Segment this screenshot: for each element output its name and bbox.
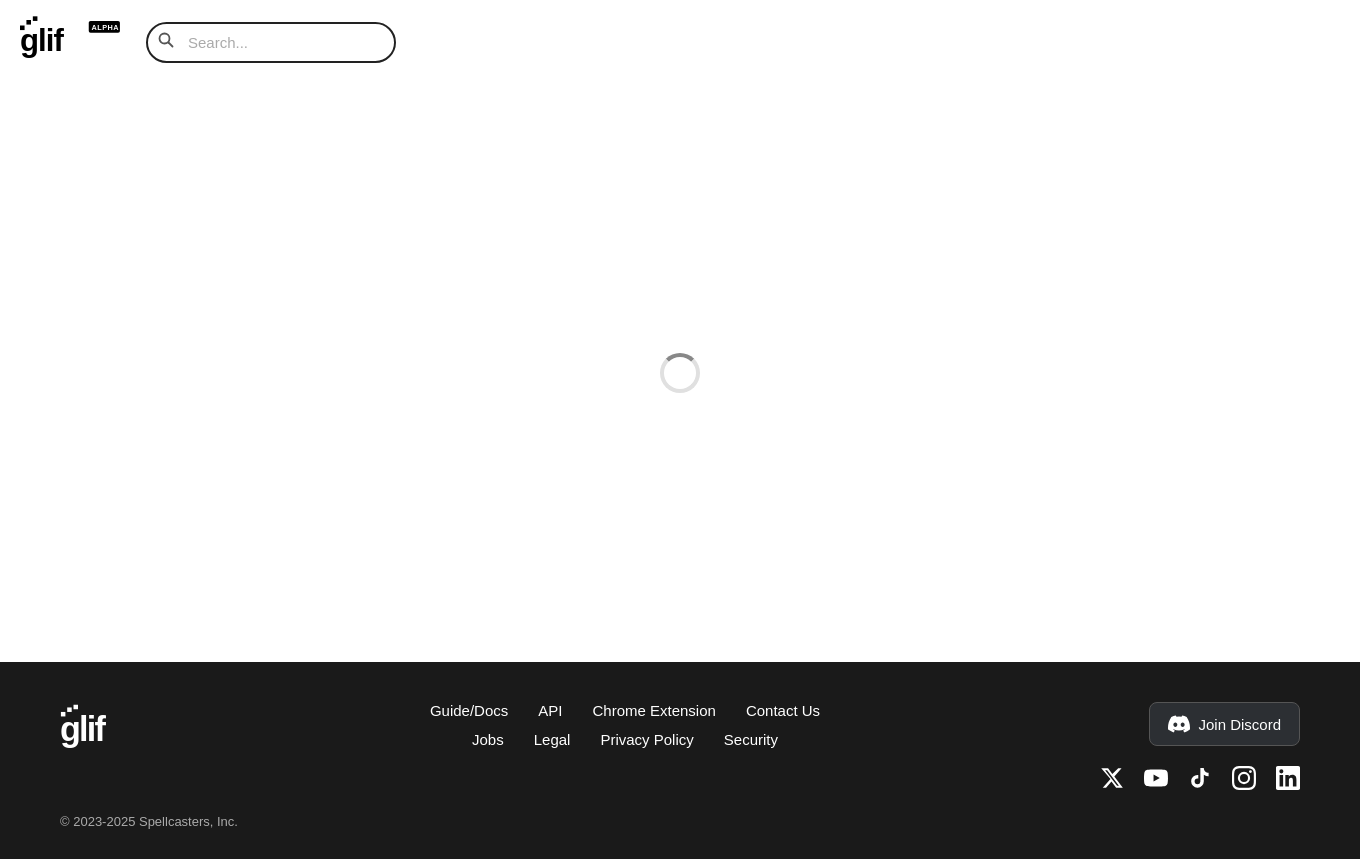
youtube-icon — [1144, 766, 1168, 790]
discord-icon — [1168, 713, 1190, 735]
social-icons — [1100, 766, 1300, 790]
footer-bottom: © 2023-2025 Spellcasters, Inc. — [60, 814, 1300, 829]
youtube-link[interactable] — [1144, 766, 1168, 790]
loading-spinner — [660, 353, 700, 393]
footer-link-legal[interactable]: Legal — [534, 731, 571, 748]
footer-links-row-2: Jobs Legal Privacy Policy Security — [472, 731, 778, 748]
logo-link[interactable]: glif ALPHA — [20, 14, 130, 70]
footer-link-chrome[interactable]: Chrome Extension — [592, 702, 715, 719]
footer-logo-svg: glif — [60, 702, 150, 757]
svg-text:glif: glif — [20, 23, 65, 58]
discord-button-label: Join Discord — [1198, 716, 1281, 733]
svg-rect-1 — [20, 26, 25, 31]
linkedin-icon — [1276, 766, 1300, 790]
footer-logo: glif — [60, 702, 150, 757]
header: glif ALPHA — [0, 0, 1360, 84]
tiktok-icon — [1188, 766, 1212, 790]
svg-rect-2 — [26, 20, 31, 25]
linkedin-link[interactable] — [1276, 766, 1300, 790]
footer: glif Guide/Docs API Chrome Extension Con… — [0, 662, 1360, 859]
search-container — [146, 22, 396, 63]
footer-links-center: Guide/Docs API Chrome Extension Contact … — [170, 702, 1080, 748]
x-twitter-icon — [1100, 766, 1124, 790]
svg-rect-10 — [67, 707, 72, 712]
instagram-link[interactable] — [1232, 766, 1256, 790]
svg-rect-11 — [74, 705, 79, 710]
instagram-icon — [1232, 766, 1256, 790]
svg-text:glif: glif — [60, 710, 106, 748]
join-discord-button[interactable]: Join Discord — [1149, 702, 1300, 746]
main-content — [0, 84, 1360, 662]
x-twitter-link[interactable] — [1100, 766, 1124, 790]
footer-link-jobs[interactable]: Jobs — [472, 731, 504, 748]
footer-link-guide[interactable]: Guide/Docs — [430, 702, 508, 719]
svg-rect-3 — [33, 16, 38, 21]
svg-text:ALPHA: ALPHA — [92, 23, 120, 32]
copyright-text: © 2023-2025 Spellcasters, Inc. — [60, 814, 238, 829]
footer-link-contact[interactable]: Contact Us — [746, 702, 820, 719]
footer-link-security[interactable]: Security — [724, 731, 778, 748]
footer-inner: glif Guide/Docs API Chrome Extension Con… — [60, 702, 1300, 790]
footer-right: Join Discord — [1100, 702, 1300, 790]
search-input[interactable] — [146, 22, 396, 63]
footer-links-row-1: Guide/Docs API Chrome Extension Contact … — [430, 702, 820, 719]
footer-link-privacy[interactable]: Privacy Policy — [600, 731, 693, 748]
glif-logo: glif ALPHA — [20, 14, 130, 70]
tiktok-link[interactable] — [1188, 766, 1212, 790]
footer-link-api[interactable]: API — [538, 702, 562, 719]
svg-rect-9 — [61, 712, 66, 717]
